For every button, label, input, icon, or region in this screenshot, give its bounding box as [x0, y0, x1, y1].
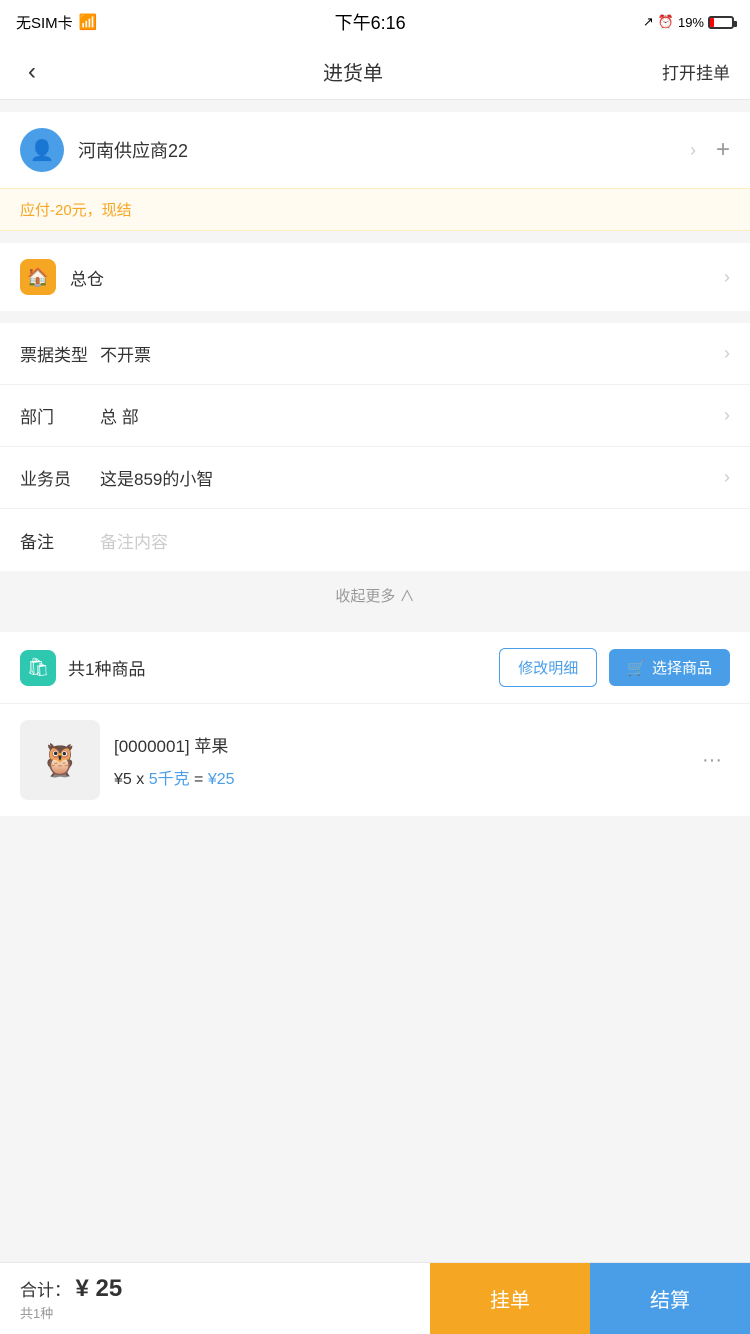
- department-label: 部门: [20, 403, 100, 428]
- alarm-icon: ⏰: [658, 14, 674, 30]
- checkout-label: 结算: [650, 1284, 690, 1313]
- battery-percent: 19%: [678, 15, 704, 30]
- suspend-label: 挂单: [490, 1284, 530, 1313]
- warehouse-icon: 🏠: [20, 259, 56, 295]
- status-right: ↗ ⏰ 19%: [643, 14, 734, 30]
- invoice-type-value: 不开票: [100, 341, 724, 366]
- suspend-button[interactable]: 挂单: [430, 1263, 590, 1334]
- footer: 合计： ¥ 25 共1种 挂单 结算: [0, 1262, 750, 1334]
- salesperson-label: 业务员: [20, 465, 100, 490]
- select-product-label: 选择商品: [652, 657, 712, 678]
- products-header: 🛍 共1种商品 修改明细 🛒 选择商品: [0, 632, 750, 704]
- warehouse-name: 总仓: [70, 265, 724, 290]
- product-total: ¥25: [208, 771, 235, 788]
- footer-total-row: 合计： ¥ 25: [20, 1275, 410, 1303]
- warehouse-chevron-icon: ›: [724, 267, 730, 288]
- products-section: 🛍 共1种商品 修改明细 🛒 选择商品 🦉 [0000001] 苹果 ¥5 x …: [0, 632, 750, 816]
- department-chevron-icon: ›: [724, 405, 730, 426]
- salesperson-value: 这是859的小智: [100, 465, 724, 490]
- carrier-label: 无SIM卡: [16, 12, 73, 33]
- notice-bar: 应付-20元，现结: [0, 188, 750, 231]
- product-more-button[interactable]: ···: [694, 741, 730, 780]
- page-title: 进货单: [323, 57, 383, 86]
- supplier-section: 👤 河南供应商22 › + 应付-20元，现结: [0, 112, 750, 231]
- remark-placeholder: 备注内容: [100, 528, 730, 553]
- remark-label: 备注: [20, 528, 100, 553]
- department-row[interactable]: 部门 总 部 ›: [0, 385, 750, 447]
- product-item: 🦉 [0000001] 苹果 ¥5 x 5千克 = ¥25 ···: [0, 704, 750, 816]
- add-supplier-button[interactable]: +: [716, 136, 730, 164]
- salesperson-chevron-icon: ›: [724, 467, 730, 488]
- select-product-icon: 🛒: [627, 659, 646, 677]
- status-bar: 无SIM卡 📶 下午6:16 ↗ ⏰ 19%: [0, 0, 750, 44]
- supplier-row[interactable]: 👤 河南供应商22 › +: [0, 112, 750, 188]
- invoice-type-row[interactable]: 票据类型 不开票 ›: [0, 323, 750, 385]
- section-gap-2: [0, 231, 750, 243]
- checkout-button[interactable]: 结算: [590, 1263, 750, 1334]
- warehouse-section: 🏠 总仓 ›: [0, 243, 750, 311]
- product-unit-price: ¥5 x: [114, 771, 149, 788]
- avatar-icon: 👤: [30, 138, 55, 163]
- supplier-chevron-icon: ›: [690, 140, 696, 161]
- supplier-avatar: 👤: [20, 128, 64, 172]
- product-info: [0000001] 苹果 ¥5 x 5千克 = ¥25: [114, 732, 694, 789]
- invoice-type-label: 票据类型: [20, 341, 100, 366]
- location-icon: ↗: [643, 14, 654, 30]
- salesperson-row[interactable]: 业务员 这是859的小智 ›: [0, 447, 750, 509]
- modify-detail-button[interactable]: 修改明细: [499, 648, 597, 687]
- notice-text: 应付-20元，现结: [20, 202, 132, 219]
- select-product-button[interactable]: 🛒 选择商品: [609, 649, 730, 686]
- status-left: 无SIM卡 📶: [16, 12, 97, 33]
- total-label: 合计：: [20, 1281, 71, 1300]
- products-count: 共1种商品: [68, 655, 499, 680]
- collapse-bar[interactable]: 收起更多 ∧: [0, 571, 750, 620]
- products-icon: 🛍: [20, 650, 56, 686]
- product-name: [0000001] 苹果: [114, 732, 694, 757]
- invoice-chevron-icon: ›: [724, 343, 730, 364]
- collapse-label: 收起更多 ∧: [335, 588, 414, 605]
- warehouse-row[interactable]: 🏠 总仓 ›: [0, 243, 750, 311]
- product-price: ¥5 x 5千克 = ¥25: [114, 765, 694, 789]
- product-thumb-icon: 🦉: [40, 741, 80, 779]
- department-value: 总 部: [100, 403, 724, 428]
- footer-spacer: [0, 816, 750, 896]
- back-button[interactable]: ‹: [20, 50, 44, 94]
- open-suspend-button[interactable]: 打开挂单: [662, 59, 730, 84]
- nav-bar: ‹ 进货单 打开挂单: [0, 44, 750, 100]
- total-amount: ¥ 25: [75, 1275, 122, 1302]
- section-gap-1: [0, 100, 750, 112]
- wifi-icon: 📶: [79, 13, 98, 31]
- supplier-name: 河南供应商22: [78, 137, 690, 163]
- product-thumbnail: 🦉: [20, 720, 100, 800]
- remark-row[interactable]: 备注 备注内容: [0, 509, 750, 571]
- product-quantity: 5千克: [149, 771, 190, 788]
- section-gap-4: [0, 620, 750, 632]
- product-equals: =: [190, 771, 208, 788]
- footer-total: 合计： ¥ 25 共1种: [0, 1263, 430, 1334]
- time-label: 下午6:16: [335, 9, 406, 35]
- footer-count: 共1种: [20, 1303, 410, 1322]
- battery-icon: [708, 16, 734, 29]
- form-section: 票据类型 不开票 › 部门 总 部 › 业务员 这是859的小智 › 备注 备注…: [0, 323, 750, 571]
- section-gap-3: [0, 311, 750, 323]
